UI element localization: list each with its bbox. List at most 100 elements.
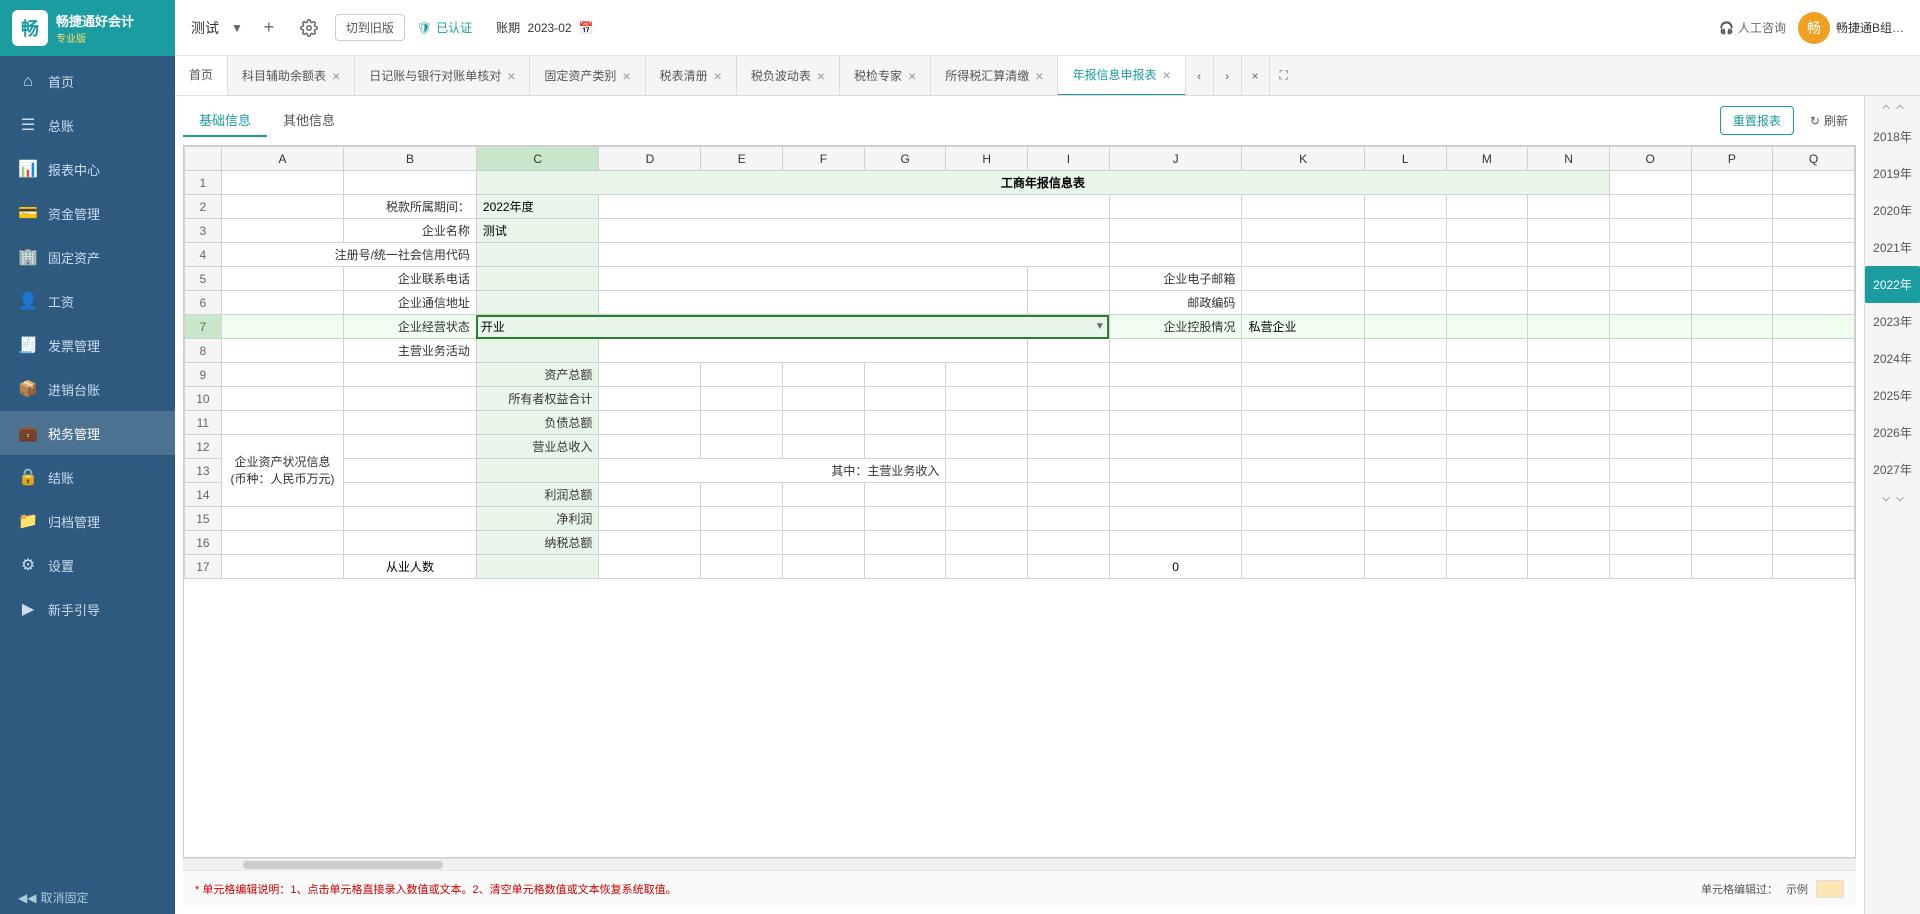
cell-5-j[interactable]: 企业电子邮箱 [1109,267,1242,291]
cell-9-c[interactable]: 资产总额 [476,363,598,387]
cell-14-h[interactable] [946,483,1028,507]
settings-gear-button[interactable] [295,14,323,42]
cell-9-l[interactable] [1364,363,1446,387]
col-header-c[interactable]: C [476,147,598,171]
cell-16-f[interactable] [783,531,865,555]
sidebar-item-funds[interactable]: 💳 资金管理 [0,191,175,235]
cell-3-l[interactable] [1364,219,1446,243]
cell-12-f[interactable] [783,435,865,459]
cell-8-c[interactable] [476,339,598,363]
cell-11-j[interactable] [1109,411,1242,435]
cell-3-k[interactable] [1242,219,1364,243]
cell-title[interactable]: 工商年报信息表 [476,171,1609,195]
sidebar-item-settings[interactable]: ⚙ 设置 [0,543,175,587]
cell-15-m[interactable] [1446,507,1528,531]
cell-4-n[interactable] [1528,243,1610,267]
cell-6-p[interactable] [1691,291,1773,315]
cell-6-i[interactable] [1028,291,1110,315]
cell-5-p[interactable] [1691,267,1773,291]
cell-17-n[interactable] [1528,555,1610,579]
tab-prev-button[interactable]: ‹ [1186,56,1214,96]
cell-16-n[interactable] [1528,531,1610,555]
cell-4-c[interactable] [476,243,598,267]
tab-tax-expert[interactable]: 税检专家 × [840,56,931,96]
cell-5-b[interactable]: 企业联系电话 [344,267,477,291]
cell-16-h[interactable] [946,531,1028,555]
cell-15-i[interactable] [1028,507,1110,531]
cell-12-n[interactable] [1528,435,1610,459]
cell-15-j[interactable] [1109,507,1242,531]
col-header-k[interactable]: K [1242,147,1364,171]
cell-13-n[interactable] [1528,459,1610,483]
cell-8-p[interactable] [1691,339,1773,363]
cell-7-l[interactable] [1364,315,1446,339]
tab-aux[interactable]: 科目辅助余额表 × [228,56,355,96]
cell-4-m[interactable] [1446,243,1528,267]
cell-8-n[interactable] [1528,339,1610,363]
cell-17-f[interactable] [783,555,865,579]
cell-11-q[interactable] [1773,411,1855,435]
cell-16-m[interactable] [1446,531,1528,555]
cell-2-m[interactable] [1446,195,1528,219]
cell-6-k[interactable] [1242,291,1364,315]
cell-17-h[interactable] [946,555,1028,579]
sidebar-item-archive[interactable]: 📁 归档管理 [0,499,175,543]
cell-17-m[interactable] [1446,555,1528,579]
tab-journal[interactable]: 日记账与银行对账单核对 × [355,56,530,96]
cell-12-l[interactable] [1364,435,1446,459]
cell-6-m[interactable] [1446,291,1528,315]
sidebar-item-invoice[interactable]: 🧾 发票管理 [0,323,175,367]
cell-13-p[interactable] [1691,459,1773,483]
cell-2-o[interactable] [1609,195,1691,219]
cell-13-d[interactable]: 其中：主营业务收入 [599,459,946,483]
cell-9-e[interactable] [701,363,783,387]
cell-13-c[interactable] [476,459,598,483]
col-header-m[interactable]: M [1446,147,1528,171]
tab-annual[interactable]: 年报信息申报表 × [1058,56,1185,96]
cell-1-q[interactable] [1773,171,1855,195]
cell-8-k[interactable] [1242,339,1364,363]
cell-8-b[interactable]: 主营业务活动 [344,339,477,363]
cell-12-o[interactable] [1609,435,1691,459]
cell-4-o[interactable] [1609,243,1691,267]
cell-16-a[interactable] [221,531,343,555]
cell-17-l[interactable] [1364,555,1446,579]
cell-8-l[interactable] [1364,339,1446,363]
cell-15-b[interactable] [344,507,477,531]
topbar-dropdown[interactable]: ▼ [231,21,243,35]
cell-9-h[interactable] [946,363,1028,387]
cell-7-k[interactable]: 私营企业 [1242,315,1364,339]
cell-12-b[interactable] [344,435,477,459]
cell-9-b[interactable] [344,363,477,387]
cell-3-d[interactable] [599,219,1109,243]
cell-4-q[interactable] [1773,243,1855,267]
cell-2-l[interactable] [1364,195,1446,219]
cell-9-o[interactable] [1609,363,1691,387]
sidebar-item-closing[interactable]: 🔒 结账 [0,455,175,499]
cell-14-o[interactable] [1609,483,1691,507]
cell-5-c[interactable] [476,267,598,291]
col-header-j[interactable]: J [1109,147,1242,171]
cell-4-l[interactable] [1364,243,1446,267]
cell-6-q[interactable] [1773,291,1855,315]
cell-9-a[interactable] [221,363,343,387]
cell-8-j[interactable] [1109,339,1242,363]
tab-income-tax[interactable]: 所得税汇算清缴 × [931,56,1058,96]
cell-12-q[interactable] [1773,435,1855,459]
cell-2-c[interactable]: 2022年度 [476,195,598,219]
cell-10-n[interactable] [1528,387,1610,411]
cell-17-o[interactable] [1609,555,1691,579]
year-item-2020[interactable]: 2020年 [1865,192,1920,229]
cell-14-k[interactable] [1242,483,1364,507]
year-item-2024[interactable]: 2024年 [1865,340,1920,377]
cell-3-j[interactable] [1109,219,1242,243]
cell-15-c[interactable]: 净利润 [476,507,598,531]
cell-8-a[interactable] [221,339,343,363]
cell-7-c-dropdown[interactable]: 开业 ▼ [476,315,1109,339]
cell-14-i[interactable] [1028,483,1110,507]
cell-9-g[interactable] [864,363,946,387]
cell-14-e[interactable] [701,483,783,507]
cell-6-b[interactable]: 企业通信地址 [344,291,477,315]
cell-3-c[interactable]: 测试 [476,219,598,243]
sidebar-item-reports[interactable]: 📊 报表中心 [0,147,175,191]
